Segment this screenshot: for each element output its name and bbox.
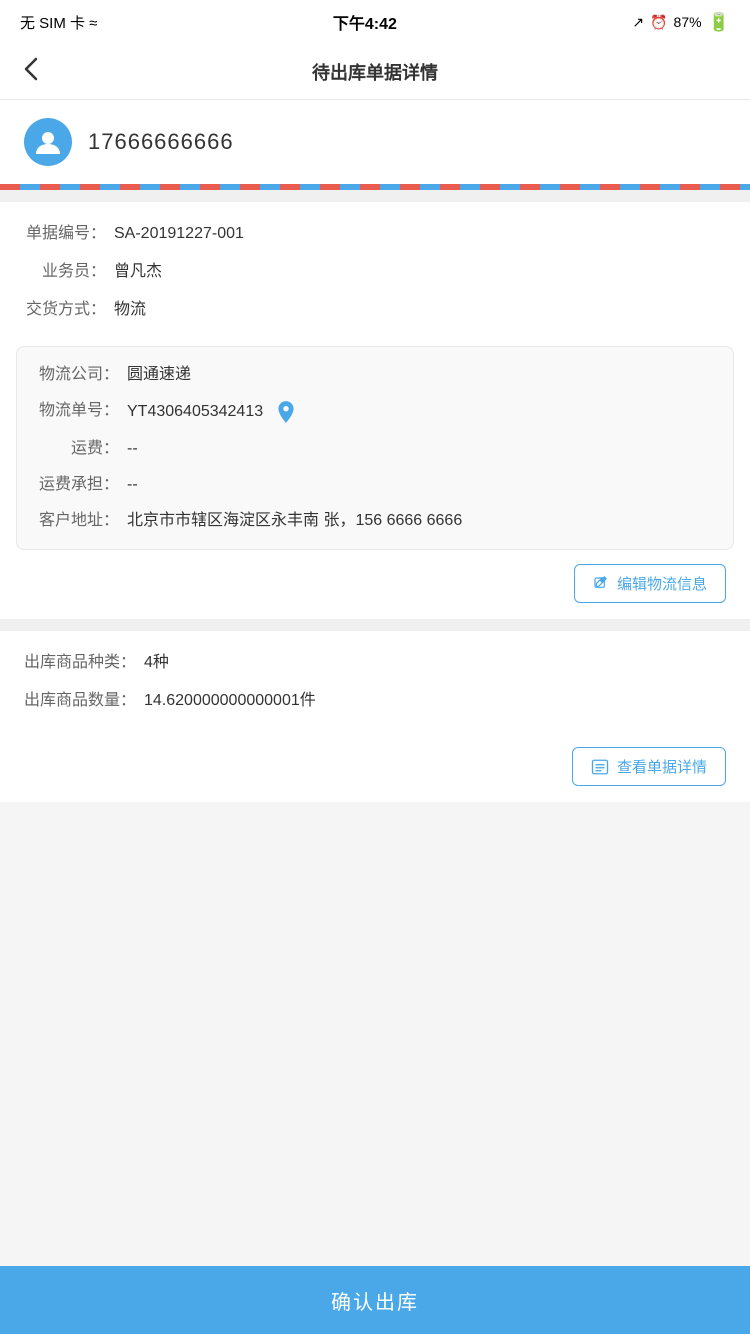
logistics-company-label: 物流公司： xyxy=(37,363,127,387)
order-no-value: SA-20191227-001 xyxy=(114,222,726,246)
goods-types-value: 4种 xyxy=(144,651,726,675)
customer-phone: 17666666666 xyxy=(88,129,234,155)
section-gap-2 xyxy=(0,619,750,631)
view-btn-label: 查看单据详情 xyxy=(617,756,707,777)
order-info-section: 单据编号： SA-20191227-001 业务员： 曾凡杰 交货方式： 物流 xyxy=(0,202,750,342)
confirm-btn-label: 确认出库 xyxy=(331,1286,419,1315)
order-no-row: 单据编号： SA-20191227-001 xyxy=(24,222,726,246)
edit-btn-label: 编辑物流信息 xyxy=(617,573,707,594)
address-value: 北京市市辖区海淀区永丰南 张，156 6666 6666 xyxy=(127,509,713,533)
goods-quantity-label: 出库商品数量： xyxy=(24,689,144,713)
location-icon: ↗ xyxy=(632,14,644,31)
status-right: ↗ ⏰ 87% 🔋 xyxy=(632,12,730,33)
logistics-card: 物流公司： 圆通速递 物流单号： YT43064053424​13 运费： --… xyxy=(16,346,734,550)
address-label: 客户地址： xyxy=(37,509,127,533)
battery-icon: 🔋 xyxy=(708,12,730,33)
alarm-icon: ⏰ xyxy=(650,14,667,31)
back-button[interactable] xyxy=(20,49,50,95)
confirm-btn-bar[interactable]: 确认出库 xyxy=(0,1266,750,1334)
page-title: 待出库单据详情 xyxy=(312,59,438,85)
salesman-label: 业务员： xyxy=(24,260,114,284)
logistics-company-value: 圆通速递 xyxy=(127,363,713,387)
freight-value: -- xyxy=(127,437,713,461)
freight-bearer-label: 运费承担： xyxy=(37,473,127,497)
logistics-tracking-label: 物流单号： xyxy=(37,399,127,423)
delivery-row: 交货方式： 物流 xyxy=(24,298,726,322)
goods-section: 出库商品种类： 4种 出库商品数量： 14.620000000000001件 xyxy=(0,631,750,733)
battery-label: 87% xyxy=(674,14,702,30)
edit-btn-row: 编辑物流信息 xyxy=(0,550,750,619)
delivery-label: 交货方式： xyxy=(24,298,114,322)
document-icon xyxy=(591,759,609,775)
freight-row: 运费： -- xyxy=(37,437,713,461)
freight-bearer-row: 运费承担： -- xyxy=(37,473,713,497)
goods-types-label: 出库商品种类： xyxy=(24,651,144,675)
salesman-value: 曾凡杰 xyxy=(114,260,726,284)
status-bar: 无 SIM 卡 ≈ 下午4:42 ↗ ⏰ 87% 🔋 xyxy=(0,0,750,44)
section-gap-1 xyxy=(0,190,750,202)
address-row: 客户地址： 北京市市辖区海淀区永丰南 张，156 6666 6666 xyxy=(37,509,713,533)
view-detail-button[interactable]: 查看单据详情 xyxy=(572,747,726,786)
logistics-wrapper: 物流公司： 圆通速递 物流单号： YT43064053424​13 运费： --… xyxy=(0,342,750,550)
customer-header: 17666666666 xyxy=(0,100,750,184)
edit-icon xyxy=(593,576,609,592)
nav-bar: 待出库单据详情 xyxy=(0,44,750,100)
logistics-tracking-row: 物流单号： YT43064053424​13 xyxy=(37,399,713,425)
logistics-tracking-value: YT43064053424​13 xyxy=(127,399,713,425)
edit-logistics-button[interactable]: 编辑物流信息 xyxy=(574,564,726,603)
view-btn-row: 查看单据详情 xyxy=(0,733,750,802)
tracking-number: YT43064053424​13 xyxy=(127,400,263,424)
freight-label: 运费： xyxy=(37,437,127,461)
order-no-label: 单据编号： xyxy=(24,222,114,246)
goods-quantity-value: 14.620000000000001件 xyxy=(144,689,726,713)
map-pin-icon[interactable] xyxy=(273,399,299,425)
salesman-row: 业务员： 曾凡杰 xyxy=(24,260,726,284)
avatar xyxy=(24,118,72,166)
sim-label: 无 SIM 卡 ≈ xyxy=(20,12,97,33)
delivery-value: 物流 xyxy=(114,298,726,322)
logistics-company-row: 物流公司： 圆通速递 xyxy=(37,363,713,387)
goods-quantity-row: 出库商品数量： 14.620000000000001件 xyxy=(24,689,726,713)
status-time: 下午4:42 xyxy=(333,10,397,34)
goods-types-row: 出库商品种类： 4种 xyxy=(24,651,726,675)
freight-bearer-value: -- xyxy=(127,473,713,497)
bottom-spacer xyxy=(0,802,750,1002)
status-left: 无 SIM 卡 ≈ xyxy=(20,12,97,33)
